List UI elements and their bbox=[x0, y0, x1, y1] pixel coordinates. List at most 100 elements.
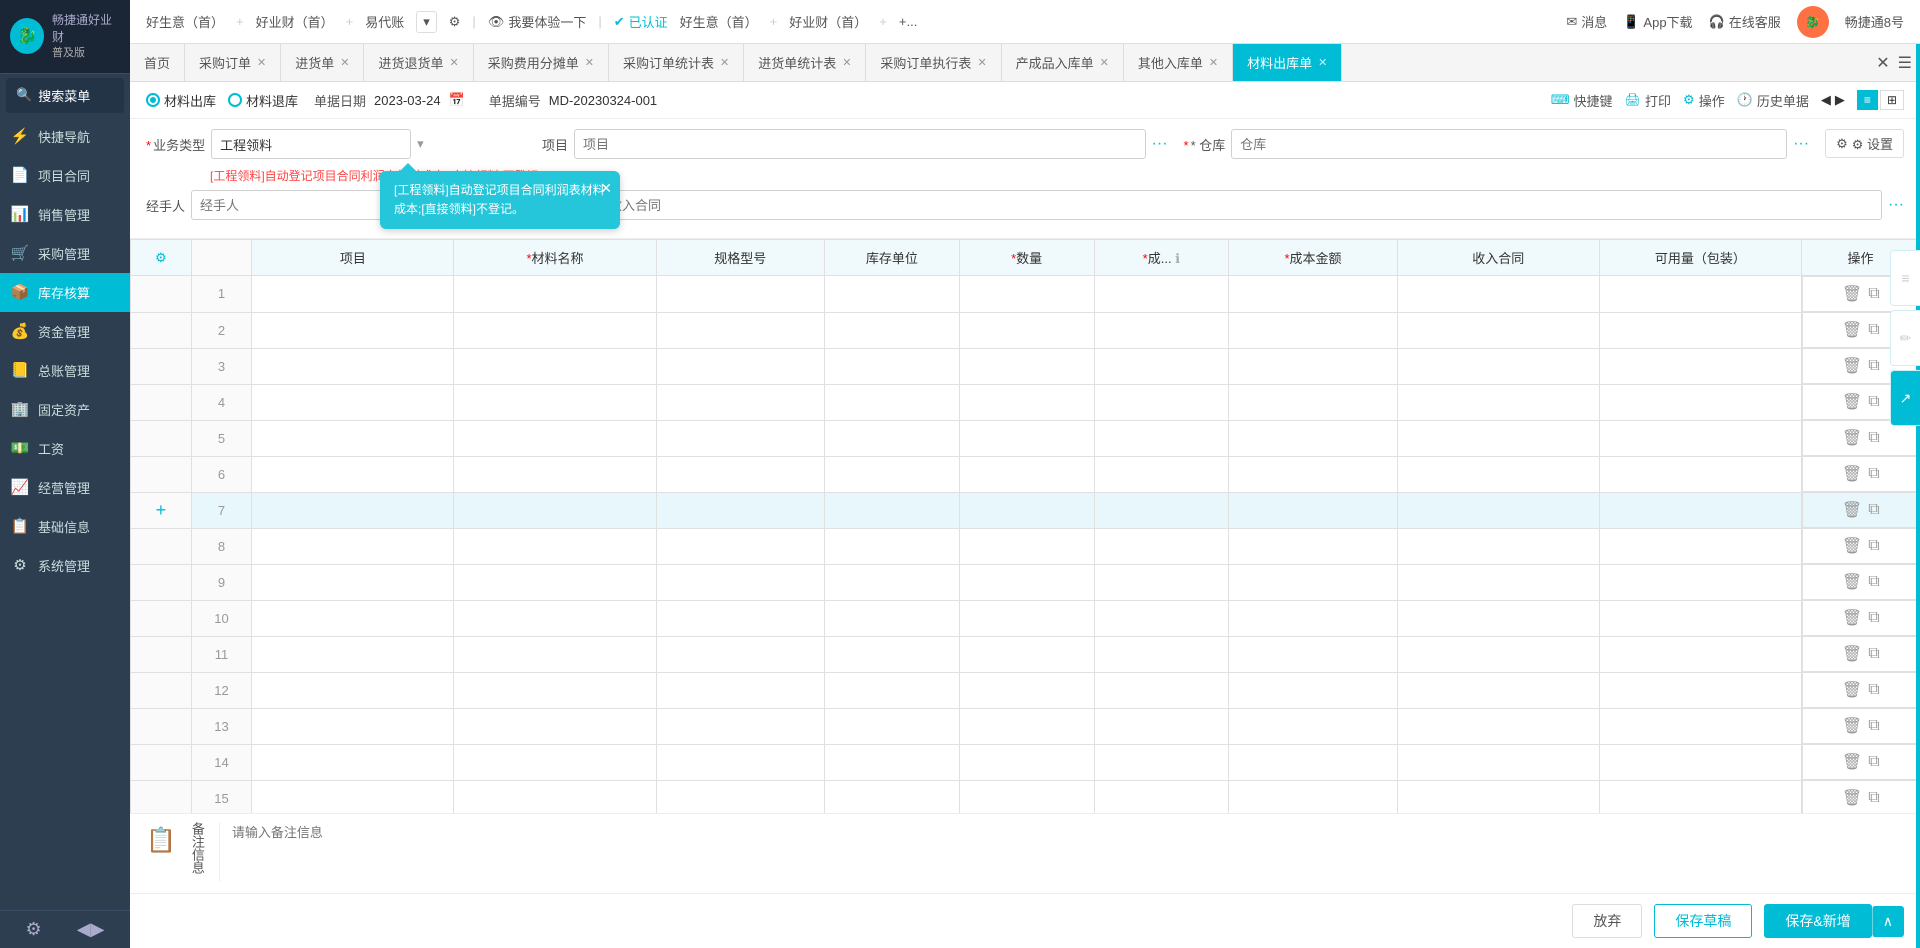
copy-row-btn[interactable]: ⧉ bbox=[1868, 609, 1879, 627]
table-cell[interactable] bbox=[1599, 744, 1801, 780]
discard-button[interactable]: 放弃 bbox=[1572, 904, 1642, 938]
topbar-app-download[interactable]: 📱 App下载 bbox=[1623, 12, 1692, 31]
copy-row-btn[interactable]: ⧉ bbox=[1868, 285, 1879, 303]
table-cell[interactable] bbox=[1229, 420, 1397, 456]
table-cell[interactable] bbox=[454, 780, 656, 813]
shortcut-action[interactable]: ⌨ 快捷键 bbox=[1551, 91, 1613, 110]
table-cell[interactable] bbox=[1094, 636, 1229, 672]
tab-close-other-stock[interactable]: ✕ bbox=[1209, 56, 1218, 69]
settings-bottom-icon[interactable]: ⚙ bbox=[26, 919, 42, 940]
table-cell[interactable] bbox=[454, 492, 656, 528]
delete-row-btn[interactable]: 🗑 bbox=[1842, 356, 1862, 376]
table-cell[interactable] bbox=[656, 276, 824, 313]
add-row-btn[interactable]: + bbox=[156, 500, 167, 520]
table-cell[interactable] bbox=[1094, 276, 1229, 313]
copy-row-btn[interactable]: ⧉ bbox=[1868, 429, 1879, 447]
col-cost-info[interactable]: ℹ bbox=[1175, 251, 1180, 266]
income-contract-input[interactable] bbox=[600, 190, 1882, 220]
table-cell[interactable] bbox=[656, 744, 824, 780]
table-cell[interactable] bbox=[252, 600, 454, 636]
delete-row-btn[interactable]: 🗑 bbox=[1842, 392, 1862, 412]
topbar-nav-yidaizhang[interactable]: 易代账 bbox=[365, 12, 404, 31]
income-contract-dots[interactable]: ··· bbox=[1888, 196, 1904, 214]
topbar-settings-icon[interactable]: ⚙ bbox=[449, 14, 461, 30]
table-cell[interactable] bbox=[656, 312, 824, 348]
table-cell[interactable] bbox=[1397, 708, 1599, 744]
table-cell[interactable] bbox=[656, 708, 824, 744]
table-cell[interactable] bbox=[825, 636, 960, 672]
table-cell[interactable] bbox=[454, 456, 656, 492]
tab-home[interactable]: 首页 bbox=[130, 44, 185, 82]
table-cell[interactable] bbox=[959, 420, 1094, 456]
table-cell[interactable] bbox=[656, 456, 824, 492]
radio-material-out[interactable]: 材料出库 bbox=[146, 91, 216, 110]
table-cell[interactable] bbox=[1599, 384, 1801, 420]
delete-row-btn[interactable]: 🗑 bbox=[1842, 428, 1862, 448]
table-cell[interactable] bbox=[1397, 276, 1599, 313]
table-cell[interactable] bbox=[825, 564, 960, 600]
project-input[interactable] bbox=[574, 129, 1146, 159]
save-new-dropdown-btn[interactable]: ∧ bbox=[1872, 906, 1904, 937]
settings-button[interactable]: ⚙ ⚙ 设置 bbox=[1825, 129, 1904, 158]
sidebar-item-fixed-assets[interactable]: 🏢 固定资产 bbox=[0, 390, 130, 429]
table-cell[interactable] bbox=[959, 492, 1094, 528]
table-cell[interactable] bbox=[1599, 672, 1801, 708]
list-view-btn[interactable]: ≡ bbox=[1857, 90, 1878, 110]
table-cell[interactable] bbox=[1229, 672, 1397, 708]
table-cell[interactable] bbox=[1229, 528, 1397, 564]
table-cell[interactable] bbox=[252, 744, 454, 780]
copy-row-btn[interactable]: ⧉ bbox=[1868, 501, 1879, 519]
copy-row-btn[interactable]: ⧉ bbox=[1868, 393, 1879, 411]
table-cell[interactable] bbox=[959, 708, 1094, 744]
delete-row-btn[interactable]: 🗑 bbox=[1842, 536, 1862, 556]
table-cell[interactable] bbox=[656, 780, 824, 813]
table-cell[interactable] bbox=[825, 384, 960, 420]
table-cell[interactable] bbox=[959, 276, 1094, 313]
table-cell[interactable] bbox=[1599, 780, 1801, 813]
history-action[interactable]: 🕐 历史单据 bbox=[1737, 91, 1809, 110]
delete-row-btn[interactable]: 🗑 bbox=[1842, 464, 1862, 484]
copy-row-btn[interactable]: ⧉ bbox=[1868, 465, 1879, 483]
table-cell[interactable] bbox=[454, 528, 656, 564]
table-cell[interactable] bbox=[959, 384, 1094, 420]
tab-purchase-exec[interactable]: 采购订单执行表 ✕ bbox=[866, 44, 1001, 82]
delete-row-btn[interactable]: 🗑 bbox=[1842, 500, 1862, 520]
sidebar-item-system[interactable]: ⚙ 系统管理 bbox=[0, 546, 130, 585]
table-cell[interactable] bbox=[1397, 600, 1599, 636]
right-panel-btn-2[interactable]: ✏ bbox=[1890, 310, 1920, 366]
table-cell[interactable] bbox=[825, 780, 960, 813]
table-cell[interactable] bbox=[656, 636, 824, 672]
topbar-nav-haoyecai[interactable]: 好业财（首） bbox=[256, 12, 334, 31]
date-value[interactable]: 2023-03-24 bbox=[374, 93, 441, 108]
table-cell[interactable] bbox=[1397, 672, 1599, 708]
warehouse-dots[interactable]: ··· bbox=[1793, 135, 1809, 153]
table-cell[interactable] bbox=[1397, 636, 1599, 672]
table-cell[interactable] bbox=[1094, 564, 1229, 600]
table-cell[interactable] bbox=[1094, 384, 1229, 420]
table-cell[interactable] bbox=[1599, 312, 1801, 348]
copy-row-btn[interactable]: ⧉ bbox=[1868, 321, 1879, 339]
sidebar-item-inventory[interactable]: 📦 库存核算 bbox=[0, 273, 130, 312]
table-cell[interactable] bbox=[1229, 456, 1397, 492]
table-cell[interactable] bbox=[1599, 420, 1801, 456]
project-dots[interactable]: ··· bbox=[1152, 135, 1168, 153]
table-cell[interactable] bbox=[1397, 780, 1599, 813]
table-cell[interactable] bbox=[825, 312, 960, 348]
table-cell[interactable] bbox=[1094, 528, 1229, 564]
copy-row-btn[interactable]: ⧉ bbox=[1868, 789, 1879, 807]
table-cell[interactable] bbox=[1229, 276, 1397, 313]
table-cell[interactable] bbox=[959, 348, 1094, 384]
business-type-dropdown-icon[interactable]: ▾ bbox=[417, 136, 424, 152]
table-cell[interactable] bbox=[656, 384, 824, 420]
notes-input[interactable] bbox=[232, 822, 1904, 882]
sidebar-item-shortcut[interactable]: ⚡ 快捷导航 bbox=[0, 117, 130, 156]
table-cell[interactable] bbox=[656, 564, 824, 600]
sidebar-item-basic-info[interactable]: 📋 基础信息 bbox=[0, 507, 130, 546]
table-cell[interactable] bbox=[252, 492, 454, 528]
copy-row-btn[interactable]: ⧉ bbox=[1868, 753, 1879, 771]
table-cell[interactable] bbox=[1599, 456, 1801, 492]
business-type-input[interactable] bbox=[211, 129, 411, 159]
copy-row-btn[interactable]: ⧉ bbox=[1868, 645, 1879, 663]
copy-row-btn[interactable]: ⧉ bbox=[1868, 537, 1879, 555]
table-cell[interactable] bbox=[1094, 420, 1229, 456]
